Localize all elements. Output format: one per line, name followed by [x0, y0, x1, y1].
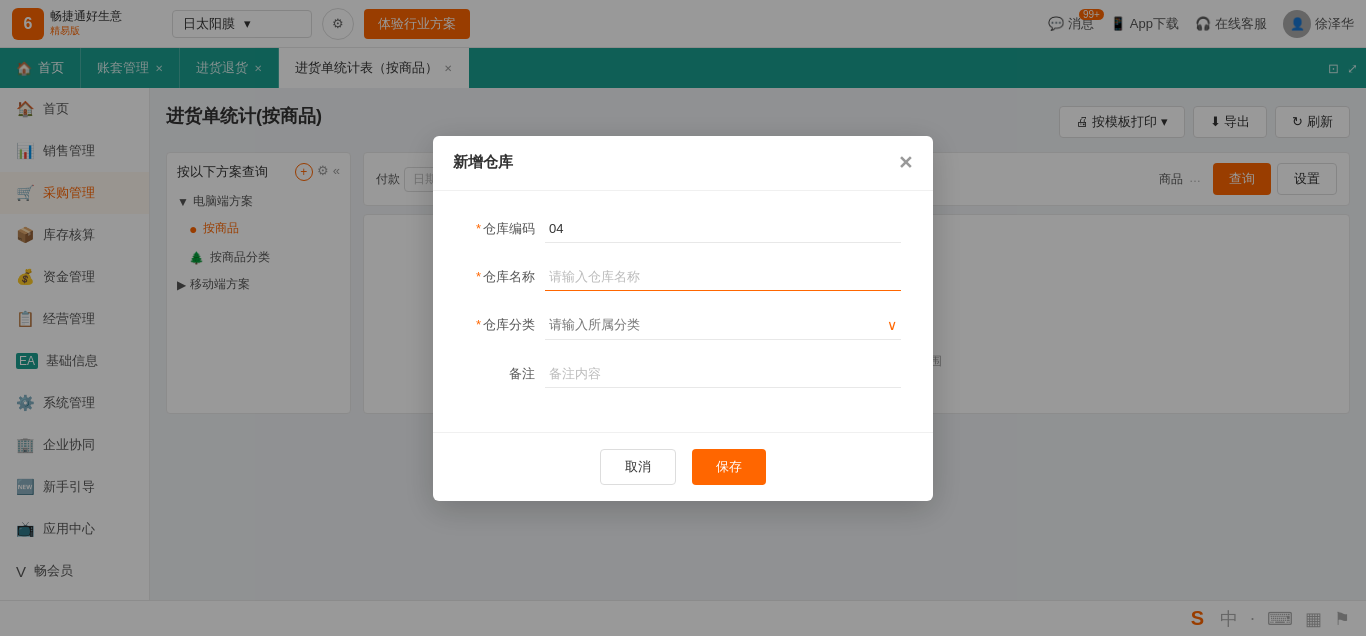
category-arrow-icon: ∨ [887, 317, 897, 333]
name-input[interactable] [545, 263, 901, 291]
modal-overlay[interactable]: 新增仓库 ✕ 仓库编码 仓库名称 仓库分类 ∨ [0, 0, 1366, 636]
form-row-remark: 备注 [465, 360, 901, 388]
category-input[interactable] [549, 317, 887, 332]
remark-label: 备注 [465, 365, 545, 383]
modal-close-button[interactable]: ✕ [898, 152, 913, 174]
modal-title: 新增仓库 [453, 153, 513, 172]
name-label: 仓库名称 [465, 268, 545, 286]
new-warehouse-modal: 新增仓库 ✕ 仓库编码 仓库名称 仓库分类 ∨ [433, 136, 933, 501]
category-select[interactable]: ∨ [545, 311, 901, 340]
form-row-name: 仓库名称 [465, 263, 901, 291]
save-button[interactable]: 保存 [692, 449, 766, 485]
modal-header: 新增仓库 ✕ [433, 136, 933, 191]
form-row-category: 仓库分类 ∨ [465, 311, 901, 340]
category-label: 仓库分类 [465, 316, 545, 334]
code-label: 仓库编码 [465, 220, 545, 238]
modal-body: 仓库编码 仓库名称 仓库分类 ∨ 备注 [433, 191, 933, 432]
modal-footer: 取消 保存 [433, 432, 933, 501]
form-row-code: 仓库编码 [465, 215, 901, 243]
remark-input[interactable] [545, 360, 901, 388]
cancel-button[interactable]: 取消 [600, 449, 676, 485]
code-input[interactable] [545, 215, 901, 243]
